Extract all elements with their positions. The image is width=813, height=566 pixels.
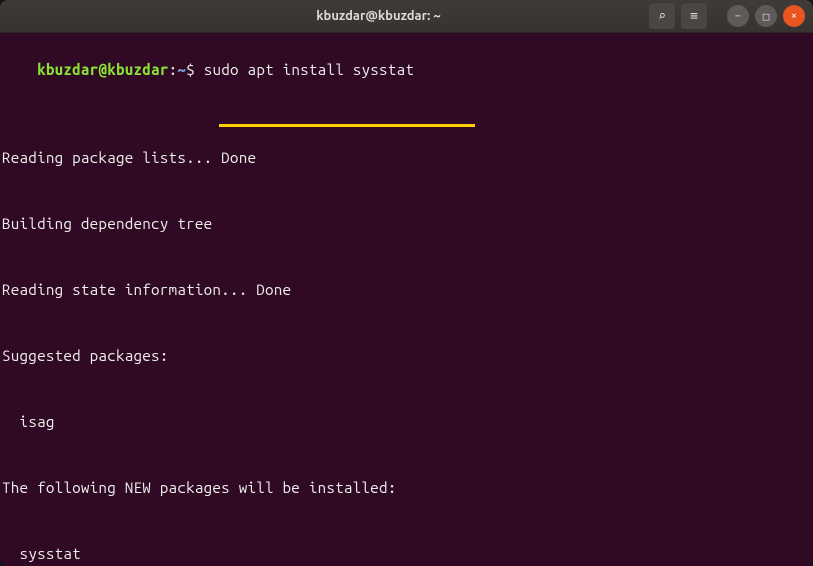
prompt-user: kbuzdar <box>37 61 98 78</box>
titlebar: kbuzdar@kbuzdar: ~ ⌕ ≡ − □ × <box>0 0 813 33</box>
output-line: Building dependency tree <box>2 213 811 235</box>
minimize-button[interactable]: − <box>727 5 749 27</box>
menu-icon[interactable]: ≡ <box>681 3 707 29</box>
output-line: sysstat <box>2 543 811 565</box>
search-icon[interactable]: ⌕ <box>649 3 675 29</box>
output-line: Suggested packages: <box>2 345 811 367</box>
terminal-window: kbuzdar@kbuzdar: ~ ⌕ ≡ − □ × kbuzdar@kbu… <box>0 0 813 566</box>
prompt-dollar: $ <box>186 61 204 78</box>
output-line: The following NEW packages will be insta… <box>2 477 811 499</box>
prompt-line: kbuzdar@kbuzdar:~$ sudo apt install syss… <box>37 59 414 125</box>
prompt-path: ~ <box>177 61 186 78</box>
maximize-button[interactable]: □ <box>755 5 777 27</box>
prompt-at: @ <box>98 61 107 78</box>
output-line: Reading state information... Done <box>2 279 811 301</box>
prompt-host: kbuzdar <box>107 61 168 78</box>
output-line: Reading package lists... Done <box>2 147 811 169</box>
terminal-body[interactable]: kbuzdar@kbuzdar:~$ sudo apt install syss… <box>0 33 813 566</box>
output-line: isag <box>2 411 811 433</box>
window-title: kbuzdar@kbuzdar: ~ <box>316 9 441 23</box>
highlight-underline <box>219 124 475 127</box>
close-button[interactable]: × <box>783 5 805 27</box>
prompt-command: sudo apt install sysstat <box>204 61 414 78</box>
window-controls: ⌕ ≡ − □ × <box>649 3 805 29</box>
